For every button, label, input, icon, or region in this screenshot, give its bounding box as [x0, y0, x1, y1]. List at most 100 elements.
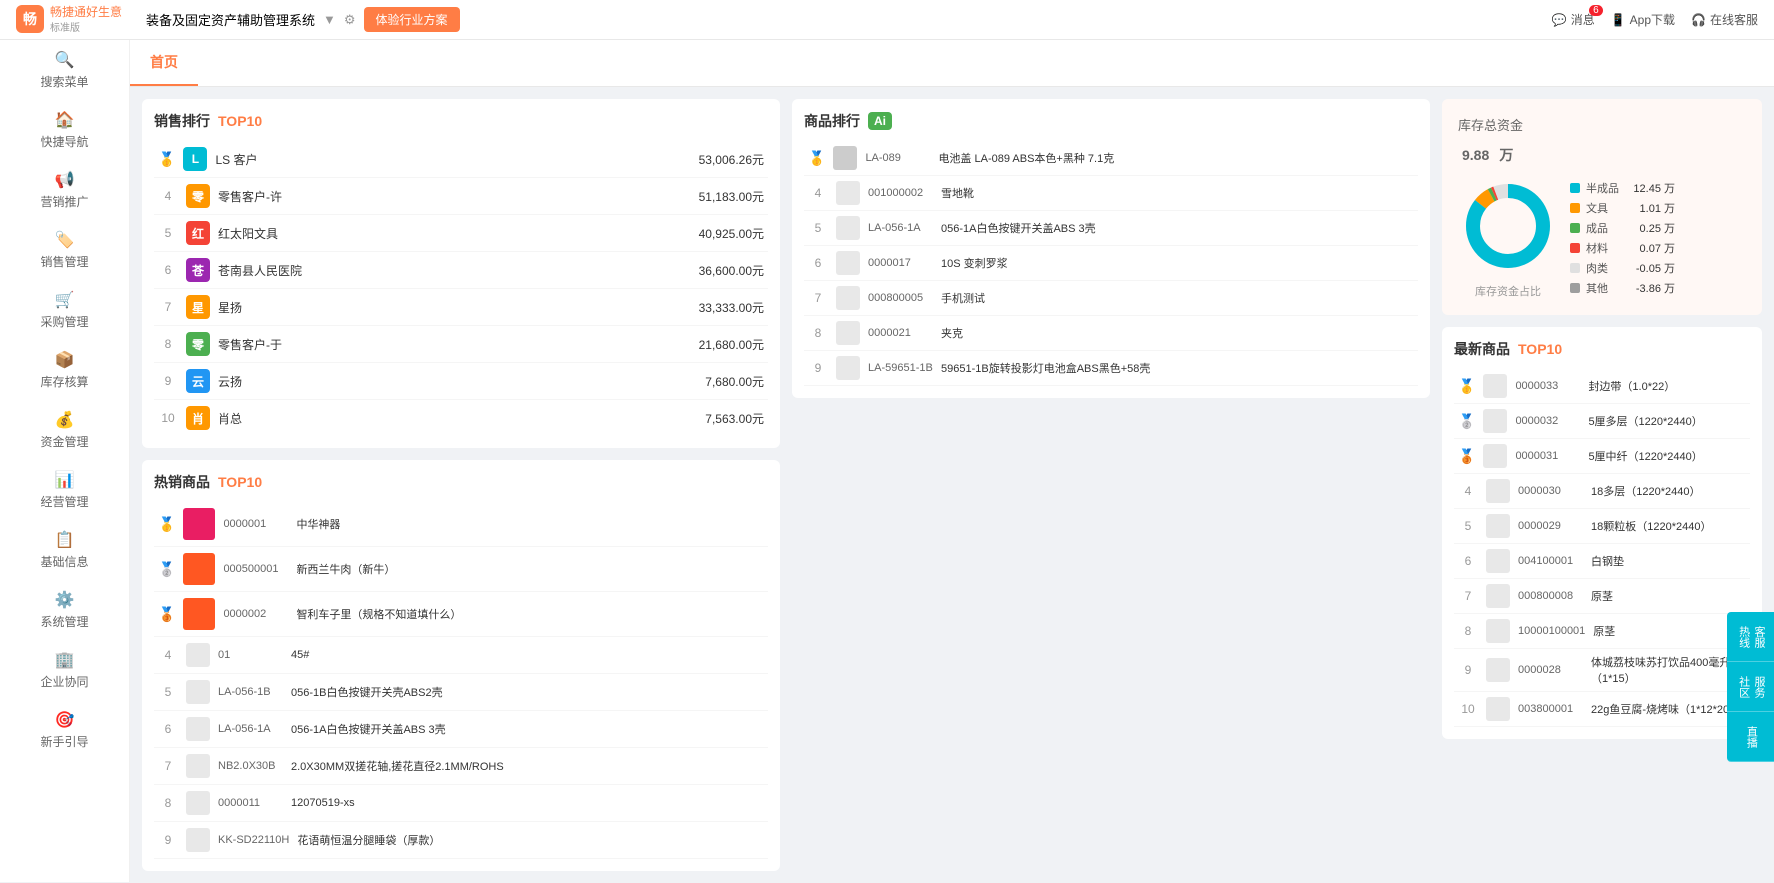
legend-label: 肉类: [1586, 260, 1608, 276]
sidebar-item-guide[interactable]: 🎯 新手引导: [0, 700, 129, 760]
product-code: LA-056-1B: [218, 686, 283, 698]
rank-medal-1: 🥇: [158, 151, 175, 168]
rank-medal: 🥇: [808, 150, 825, 167]
float-community-btn[interactable]: 服务社区: [1727, 662, 1774, 712]
sidebar-search[interactable]: 🔍 搜索菜单: [0, 40, 129, 100]
logo-icon: 畅: [16, 5, 44, 33]
customer-top10-badge: TOP10: [218, 113, 262, 129]
app-download-btn[interactable]: 📱 App下载: [1611, 11, 1675, 28]
sidebar-item-nav[interactable]: 🏠 快捷导航: [0, 100, 129, 160]
product-image: [836, 181, 860, 205]
message-icon: 💬: [1552, 13, 1567, 27]
product-image: [186, 643, 210, 667]
table-row: 8 零 零售客户-于 21,680.00元: [154, 326, 768, 363]
left-column: 销售排行 TOP10 🥇 L LS 客户 53,006.26元 4 零 零售客户…: [142, 99, 780, 871]
dropdown-icon[interactable]: ▼: [323, 12, 336, 27]
legend-item-3: 成品 0.25 万: [1570, 220, 1675, 236]
system-selector: 装备及固定资产辅助管理系统 ▼ ⚙ 体验行业方案: [146, 7, 1552, 32]
sidebar-item-corp[interactable]: 🏢 企业协同: [0, 640, 129, 700]
new-products-header: 最新商品 TOP10: [1454, 339, 1750, 359]
product-name: 59651-1B旋转投影灯电池盒ABS黑色+58壳: [941, 360, 1414, 376]
new-products-panel: 最新商品 TOP10 🥇 0000033 封边带（1.0*22） 🥈 00000…: [1442, 327, 1762, 739]
avatar: 零: [186, 332, 210, 356]
sidebar-search-label: 搜索菜单: [40, 73, 88, 90]
new-products-list: 🥇 0000033 封边带（1.0*22） 🥈 0000032 5厘多层（122…: [1454, 369, 1750, 727]
sidebar-item-operation[interactable]: 📊 经营管理: [0, 460, 129, 520]
product-name: 雪地靴: [941, 185, 1414, 201]
table-row: 4 零 零售客户-许 51,183.00元: [154, 178, 768, 215]
legend-dot: [1570, 263, 1580, 273]
legend-dot: [1570, 183, 1580, 193]
product-ranking-title: 商品排行: [804, 111, 860, 131]
hot-products-panel: 热销商品 TOP10 🥇 0000001 中华神器 🥈 000500001 新: [142, 460, 780, 871]
sidebar-item-basic[interactable]: 📋 基础信息: [0, 520, 129, 580]
sidebar-item-marketing[interactable]: 📢 营销推广: [0, 160, 129, 220]
system-icon: ⚙️: [55, 590, 75, 610]
rank-num: 10: [1458, 702, 1478, 716]
avatar: 云: [186, 369, 210, 393]
avatar: 肖: [186, 406, 210, 430]
middle-column: 商品排行 Ai 🥇 LA-089 电池盖 LA-089 ABS本色+黑种 7.1…: [792, 99, 1430, 871]
inventory-amount-row: 9.88 万: [1458, 140, 1746, 166]
sidebar-guide-label: 新手引导: [40, 733, 88, 750]
list-item: 4 001000002 雪地靴: [804, 176, 1418, 211]
product-name: 18多层（1220*2440）: [1591, 483, 1746, 499]
rank-medal: 🥈: [1458, 413, 1475, 430]
home-icon: 🏠: [55, 110, 75, 130]
gear-icon[interactable]: ⚙: [344, 12, 356, 28]
product-code: 000500001: [223, 563, 288, 575]
chart-legend: 半成品 12.45 万 文具 1.01 万 成品 0.25 万: [1570, 180, 1675, 296]
rank-medal: 🥉: [158, 606, 175, 623]
legend-label: 材料: [1586, 240, 1608, 256]
content-area: 销售排行 TOP10 🥇 L LS 客户 53,006.26元 4 零 零售客户…: [130, 87, 1774, 883]
sidebar-inventory-label: 库存核算: [40, 373, 88, 390]
list-item: 4 0000030 18多层（1220*2440）: [1454, 474, 1750, 509]
customer-amount: 51,183.00元: [699, 188, 764, 205]
product-sale-ranking-panel: 商品排行 Ai 🥇 LA-089 电池盖 LA-089 ABS本色+黑种 7.1…: [792, 99, 1430, 398]
service-btn[interactable]: 🎧 在线客服: [1691, 11, 1758, 28]
legend-value: -0.05 万: [1625, 260, 1675, 276]
product-name: 18颗粒板（1220*2440）: [1591, 518, 1746, 534]
sidebar-basic-label: 基础信息: [40, 553, 88, 570]
legend-value: 1.01 万: [1625, 200, 1675, 216]
trial-button[interactable]: 体验行业方案: [364, 7, 460, 32]
product-image: [186, 828, 210, 852]
list-item: 6 0000017 10S 变刺罗浆: [804, 246, 1418, 281]
sidebar-item-purchase[interactable]: 🛒 采购管理: [0, 280, 129, 340]
customer-ranking-header: 销售排行 TOP10: [154, 111, 768, 131]
product-image: [1486, 584, 1510, 608]
rank-medal: 🥈: [158, 561, 175, 578]
basic-icon: 📋: [55, 530, 75, 550]
list-item: 7 000800008 原茎: [1454, 579, 1750, 614]
product-name: 智利车子里（规格不知道填什么）: [296, 606, 764, 622]
sidebar-item-inventory[interactable]: 📦 库存核算: [0, 340, 129, 400]
table-row: 10 肖 肖总 7,563.00元: [154, 400, 768, 436]
list-item: 🥉 0000002 智利车子里（规格不知道填什么）: [154, 592, 768, 637]
float-live-btn[interactable]: 直播: [1727, 712, 1774, 762]
table-row: 5 红 红太阳文具 40,925.00元: [154, 215, 768, 252]
product-code: 0000021: [868, 327, 933, 339]
tab-home[interactable]: 首页: [130, 40, 198, 86]
list-item: 5 LA-056-1A 056-1A白色按键开关盖ABS 3壳: [804, 211, 1418, 246]
product-code: 01: [218, 649, 283, 661]
product-code: 000800008: [1518, 590, 1583, 602]
hot-products-title: 热销商品: [154, 472, 210, 492]
donut-chart: [1458, 176, 1558, 276]
message-btn[interactable]: 💬 消息 6: [1552, 11, 1595, 28]
product-code: LA-056-1A: [218, 723, 283, 735]
customer-amount: 33,333.00元: [699, 299, 764, 316]
sidebar-item-finance[interactable]: 💰 资金管理: [0, 400, 129, 460]
rank-num: 6: [158, 263, 178, 277]
legend-value: 0.25 万: [1625, 220, 1675, 236]
product-code: 10000100001: [1518, 625, 1585, 637]
sidebar-item-system[interactable]: ⚙️ 系统管理: [0, 580, 129, 640]
inventory-title: 库存总资金: [1458, 115, 1746, 134]
sidebar-item-sales[interactable]: 🏷️ 销售管理: [0, 220, 129, 280]
float-service-btn[interactable]: 客服热线: [1727, 612, 1774, 662]
legend-item-4: 材料 0.07 万: [1570, 240, 1675, 256]
list-item: 🥈 000500001 新西兰牛肉（新牛）: [154, 547, 768, 592]
list-item: 6 004100001 白钢垫: [1454, 544, 1750, 579]
hot-products-header: 热销商品 TOP10: [154, 472, 768, 492]
avatar: L: [183, 147, 207, 171]
avatar: 苍: [186, 258, 210, 282]
